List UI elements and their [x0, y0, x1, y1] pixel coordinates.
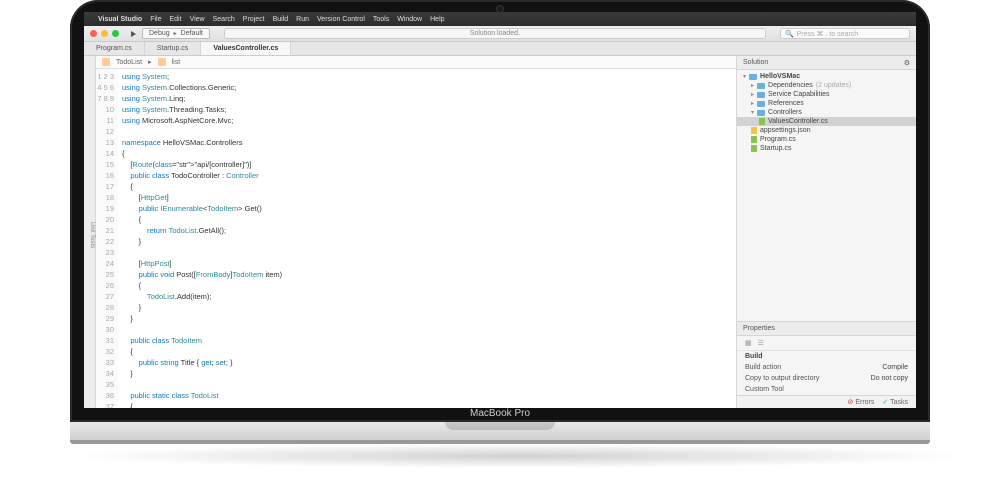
menu-tools[interactable]: Tools — [373, 16, 389, 23]
config-selector[interactable]: Debug ▸ Default — [142, 28, 210, 39]
search-icon: 🔍 — [785, 30, 794, 38]
status-footer: ⊘ Errors ✓ Tasks — [737, 395, 916, 408]
laptop-brand: MacBook Pro — [470, 408, 530, 419]
crumb-member: list — [172, 59, 181, 66]
chevron-right-icon: ▸ — [148, 58, 152, 66]
status-text: Solution loaded. — [470, 30, 520, 37]
tab-program[interactable]: Program.cs — [84, 42, 145, 55]
line-gutter: 1 2 3 4 5 6 7 8 9 10 11 12 13 14 15 16 1… — [96, 69, 118, 408]
search-input[interactable]: 🔍 Press ⌘ . to search — [780, 28, 910, 39]
config-label: Debug — [149, 30, 170, 37]
window-zoom-button[interactable] — [112, 30, 119, 37]
solution-header-label: Solution — [743, 59, 768, 66]
tree-node[interactable]: Program.cs — [737, 135, 916, 144]
prop-key: Custom Tool — [745, 386, 908, 393]
menu-help[interactable]: Help — [430, 16, 444, 23]
run-button[interactable] — [131, 31, 136, 37]
class-icon — [102, 58, 110, 66]
menu-window[interactable]: Window — [397, 16, 422, 23]
solution-tree[interactable]: ▾ HelloVSMac▸ Dependencies (2 updates)▸ … — [737, 70, 916, 321]
prop-row-build-action[interactable]: Build actionCompile — [737, 362, 916, 373]
prop-key: Copy to output directory — [745, 375, 871, 382]
breadcrumb[interactable]: TodoList ▸ list — [96, 56, 736, 69]
tree-root[interactable]: ▾ HelloVSMac — [737, 72, 916, 81]
drop-shadow — [70, 444, 970, 468]
gear-icon[interactable]: ⚙ — [904, 59, 910, 67]
prop-row-copy[interactable]: Copy to output directoryDo not copy — [737, 373, 916, 384]
tree-node[interactable]: ▸ References — [737, 99, 916, 108]
menu-edit[interactable]: Edit — [170, 16, 182, 23]
laptop-notch — [445, 422, 555, 430]
menu-file[interactable]: File — [150, 16, 161, 23]
field-icon — [158, 58, 166, 66]
tree-node[interactable]: Startup.cs — [737, 144, 916, 153]
prop-key: Build action — [745, 364, 882, 371]
window-close-button[interactable] — [90, 30, 97, 37]
props-section: Build — [737, 351, 916, 362]
toolbar: Debug ▸ Default Solution loaded. 🔍 Press… — [84, 26, 916, 42]
props-section-label: Build — [745, 353, 763, 360]
tree-node[interactable]: ValuesController.cs — [737, 117, 916, 126]
properties-pane-header: Properties — [737, 322, 916, 336]
left-sidebar: Unit Tests Document Outline Toolbox — [84, 56, 96, 408]
rail-unit-tests[interactable]: Unit Tests — [89, 222, 95, 248]
props-alpha-icon[interactable]: ☰ — [758, 339, 764, 347]
tasks-button[interactable]: ✓ Tasks — [882, 398, 908, 406]
camera-icon — [497, 6, 503, 12]
code-area[interactable]: using System; using System.Collections.G… — [118, 69, 736, 408]
crumb-class: TodoList — [116, 59, 142, 66]
prop-value: Do not copy — [871, 375, 908, 382]
tasks-label: Tasks — [890, 399, 908, 406]
menu-view[interactable]: View — [190, 16, 205, 23]
search-placeholder: Press ⌘ . to search — [797, 30, 858, 38]
tab-startup[interactable]: Startup.cs — [145, 42, 202, 55]
tree-node[interactable]: ▾ Controllers — [737, 108, 916, 117]
code-editor[interactable]: 1 2 3 4 5 6 7 8 9 10 11 12 13 14 15 16 1… — [96, 69, 736, 408]
errors-button[interactable]: ⊘ Errors — [848, 398, 875, 406]
menu-search[interactable]: Search — [213, 16, 235, 23]
chevron-right-icon: ▸ — [174, 30, 177, 37]
tab-valuescontroller[interactable]: ValuesController.cs — [201, 42, 291, 55]
menu-build[interactable]: Build — [273, 16, 289, 23]
properties-header-label: Properties — [743, 325, 775, 332]
prop-row-custom-tool[interactable]: Custom Tool — [737, 384, 916, 395]
window-minimize-button[interactable] — [101, 30, 108, 37]
errors-label: Errors — [855, 399, 874, 406]
editor-tabs: Program.cs Startup.cs ValuesController.c… — [84, 42, 916, 56]
tree-node[interactable]: ▸ Dependencies (2 updates) — [737, 81, 916, 90]
menu-project[interactable]: Project — [243, 16, 265, 23]
solution-pane-header: Solution ⚙ — [737, 56, 916, 70]
tree-node[interactable]: ▸ Service Capabilities — [737, 90, 916, 99]
app-window: Visual Studio File Edit View Search Proj… — [84, 12, 916, 408]
menu-vcs[interactable]: Version Control — [317, 16, 365, 23]
props-category-icon[interactable]: ▦ — [745, 339, 752, 347]
prop-value: Compile — [882, 364, 908, 371]
app-menu[interactable]: Visual Studio — [98, 16, 142, 23]
macos-menubar: Visual Studio File Edit View Search Proj… — [84, 12, 916, 26]
menu-run[interactable]: Run — [296, 16, 309, 23]
target-label: Default — [181, 30, 203, 37]
status-bar: Solution loaded. — [224, 28, 766, 39]
tree-node[interactable]: appsettings.json — [737, 126, 916, 135]
